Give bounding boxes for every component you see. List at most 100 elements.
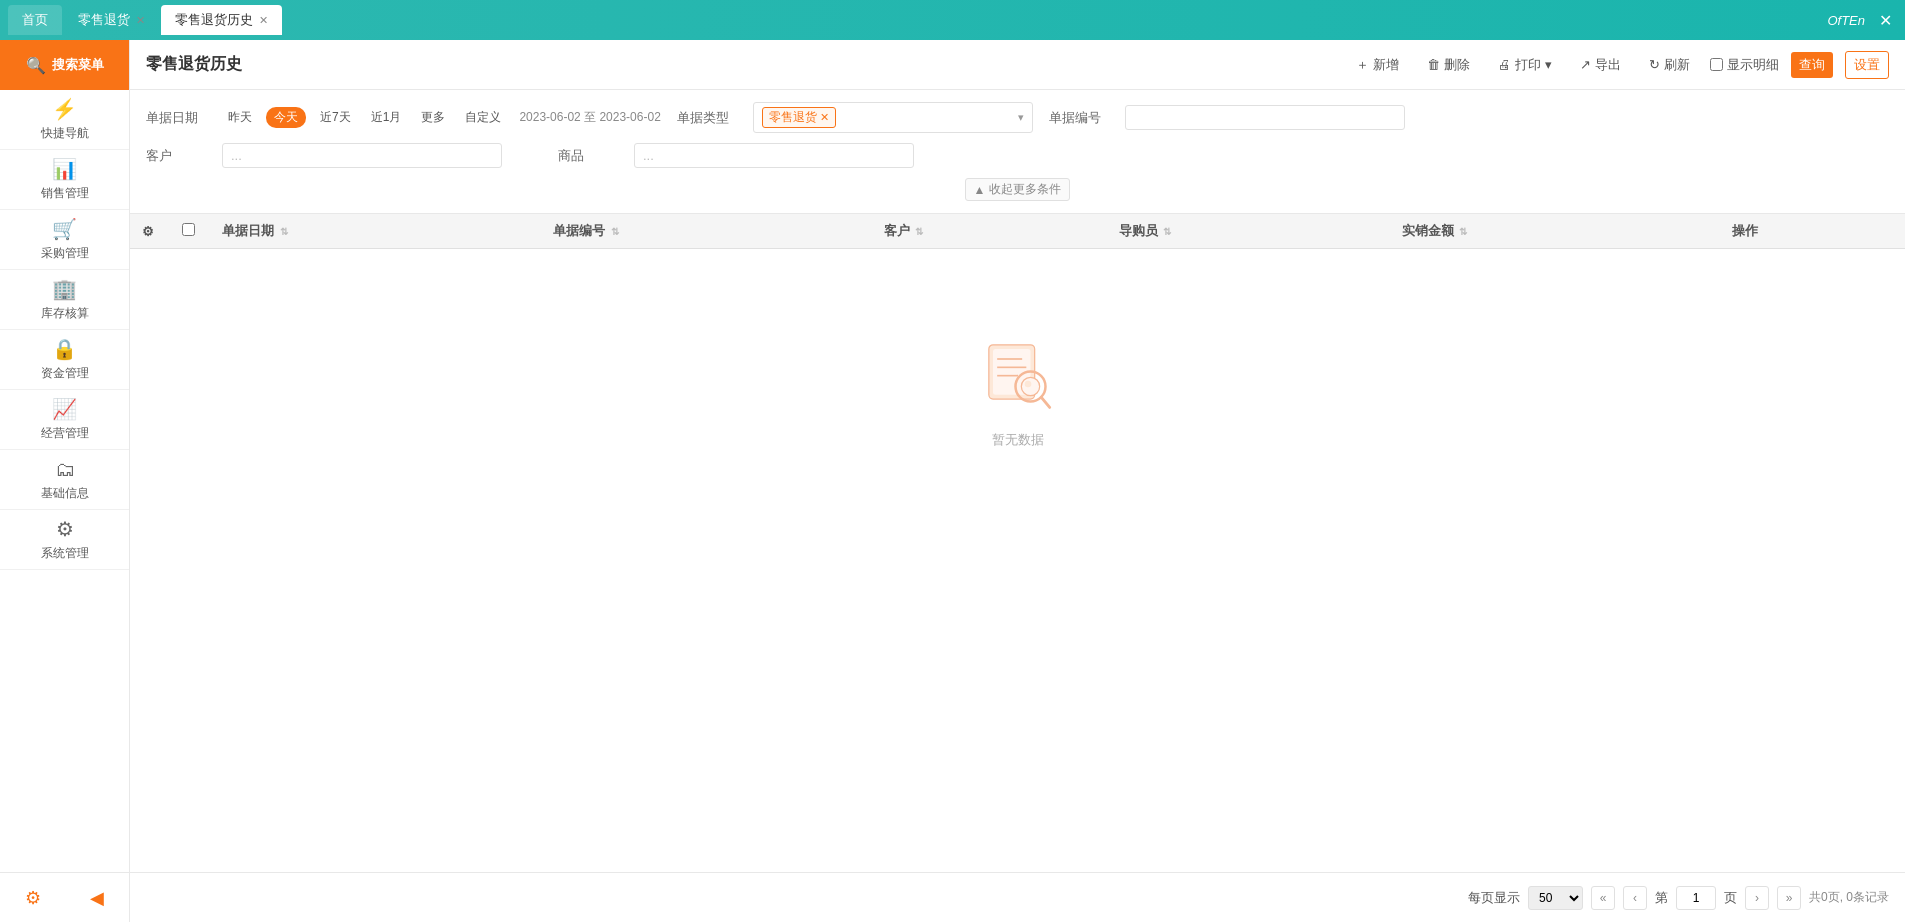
per-page-select[interactable]: 10 20 50 100 <box>1528 886 1583 910</box>
no-sort-icon[interactable]: ⇅ <box>611 226 619 237</box>
th-no: 单据编号 ⇅ <box>541 214 872 249</box>
th-no-label: 单据编号 <box>553 223 605 238</box>
sidebar-item-finance[interactable]: 🔒 资金管理 <box>0 330 129 390</box>
voucher-type-tag-close[interactable]: ✕ <box>820 111 829 124</box>
inventory-icon: 🏢 <box>52 277 77 301</box>
goods-select[interactable]: ... <box>634 143 914 168</box>
date-btn-more[interactable]: 更多 <box>415 107 451 128</box>
date-btn-1month[interactable]: 近1月 <box>365 107 408 128</box>
voucher-type-select[interactable]: 零售退货 ✕ ▾ <box>753 102 1033 133</box>
system-label: 系统管理 <box>41 545 89 562</box>
goods-placeholder: ... <box>643 148 654 163</box>
customer-sort-icon[interactable]: ⇅ <box>915 226 923 237</box>
last-page-icon: » <box>1786 891 1793 905</box>
prev-page-button[interactable]: ‹ <box>1623 886 1647 910</box>
sidebar-item-system[interactable]: ⚙ 系统管理 <box>0 510 129 570</box>
first-page-button[interactable]: « <box>1591 886 1615 910</box>
tab-home-label: 首页 <box>22 11 48 29</box>
customer-select[interactable]: ... <box>222 143 502 168</box>
content-area: 零售退货历史 ＋ 新增 🗑 删除 🖨 打印 ▾ ↗ 导出 <box>130 40 1905 922</box>
sidebar-search[interactable]: 🔍 搜索菜单 <box>0 40 129 90</box>
quick-nav-icon: ⚡ <box>52 97 77 121</box>
sidebar-bottom: ⚙ ◀ <box>0 872 129 922</box>
th-guide-label: 导购员 <box>1119 223 1158 238</box>
tab-retail-return-history-label: 零售退货历史 <box>175 11 253 29</box>
goods-label: 商品 <box>558 147 618 165</box>
th-amount-label: 实销金额 <box>1402 223 1454 238</box>
sidebar-item-quick-nav[interactable]: ⚡ 快捷导航 <box>0 90 129 150</box>
date-sort-icon[interactable]: ⇅ <box>280 226 288 237</box>
th-amount: 实销金额 ⇅ <box>1390 214 1721 249</box>
tab-home[interactable]: 首页 <box>8 5 62 35</box>
often-label: OfTEn <box>1827 13 1865 28</box>
page-label: 第 <box>1655 889 1668 907</box>
sidebar-item-basics[interactable]: 🗂 基础信息 <box>0 450 129 510</box>
sidebar-item-purchase[interactable]: 🛒 采购管理 <box>0 210 129 270</box>
page-number-input[interactable] <box>1676 886 1716 910</box>
first-page-icon: « <box>1600 891 1607 905</box>
tab-retail-return[interactable]: 零售退货 ✕ <box>64 5 159 35</box>
header-actions: ＋ 新增 🗑 删除 🖨 打印 ▾ ↗ 导出 ↻ 刷新 <box>1348 51 1889 79</box>
purchase-icon: 🛒 <box>52 217 77 241</box>
settings-icon[interactable]: ⚙ <box>142 224 154 239</box>
tab-retail-return-close[interactable]: ✕ <box>136 14 145 27</box>
export-button[interactable]: ↗ 导出 <box>1572 52 1629 78</box>
sidebar-item-inventory[interactable]: 🏢 库存核算 <box>0 270 129 330</box>
empty-icon <box>968 329 1068 419</box>
guide-sort-icon[interactable]: ⇅ <box>1163 226 1171 237</box>
pagination-bar: 每页显示 10 20 50 100 « ‹ 第 页 › » 共0页, 0条记录 <box>130 872 1905 922</box>
collapse-icon: ▲ <box>974 183 986 197</box>
print-dropdown-icon: ▾ <box>1545 57 1552 72</box>
table-area: ⚙ 单据日期 ⇅ 单据编号 ⇅ <box>130 214 1905 872</box>
collapse-sidebar-icon[interactable]: ◀ <box>90 887 104 909</box>
delete-icon: 🗑 <box>1427 57 1440 72</box>
setting-label: 设置 <box>1854 56 1880 74</box>
print-button[interactable]: 🖨 打印 ▾ <box>1490 52 1560 78</box>
sidebar-item-sales[interactable]: 📊 销售管理 <box>0 150 129 210</box>
sidebar-item-operations[interactable]: 📈 经营管理 <box>0 390 129 450</box>
voucher-type-tag-text: 零售退货 <box>769 109 817 126</box>
setting-button[interactable]: 设置 <box>1845 51 1889 79</box>
collapse-filter-button[interactable]: ▲ 收起更多条件 <box>965 178 1071 201</box>
page-header: 零售退货历史 ＋ 新增 🗑 删除 🖨 打印 ▾ ↗ 导出 <box>130 40 1905 90</box>
tab-bar: 首页 零售退货 ✕ 零售退货历史 ✕ <box>8 5 1827 35</box>
basics-label: 基础信息 <box>41 485 89 502</box>
th-settings: ⚙ <box>130 214 170 249</box>
date-filters: 昨天 今天 近7天 近1月 更多 自定义 2023-06-02 至 2023-0… <box>222 107 661 128</box>
delete-button[interactable]: 🗑 删除 <box>1419 52 1478 78</box>
last-page-button[interactable]: » <box>1777 886 1801 910</box>
date-btn-custom[interactable]: 自定义 <box>459 107 507 128</box>
export-label: 导出 <box>1595 56 1621 74</box>
close-window-button[interactable]: ✕ <box>1873 8 1897 32</box>
show-detail-label: 显示明细 <box>1727 56 1779 74</box>
sales-icon: 📊 <box>52 157 77 181</box>
select-all-checkbox[interactable] <box>182 223 195 236</box>
date-btn-yesterday[interactable]: 昨天 <box>222 107 258 128</box>
customer-placeholder: ... <box>231 148 242 163</box>
show-detail-input[interactable] <box>1710 58 1723 71</box>
amount-sort-icon[interactable]: ⇅ <box>1459 226 1467 237</box>
date-btn-today[interactable]: 今天 <box>266 107 306 128</box>
date-range-display: 2023-06-02 至 2023-06-02 <box>519 109 660 126</box>
prev-page-icon: ‹ <box>1633 891 1637 905</box>
th-guide: 导购员 ⇅ <box>1107 214 1390 249</box>
refresh-button[interactable]: ↻ 刷新 <box>1641 52 1698 78</box>
next-page-button[interactable]: › <box>1745 886 1769 910</box>
voucher-no-input[interactable] <box>1125 105 1405 130</box>
settings-bottom-icon[interactable]: ⚙ <box>25 887 41 909</box>
date-filter-label: 单据日期 <box>146 109 206 127</box>
tab-retail-return-history[interactable]: 零售退货历史 ✕ <box>161 5 282 35</box>
th-customer: 客户 ⇅ <box>872 214 1107 249</box>
basics-icon: 🗂 <box>55 458 75 481</box>
customer-label: 客户 <box>146 147 206 165</box>
voucher-type-tag: 零售退货 ✕ <box>762 107 836 128</box>
next-page-icon: › <box>1755 891 1759 905</box>
top-bar-right: OfTEn ✕ <box>1827 8 1897 32</box>
show-detail-checkbox[interactable]: 显示明细 <box>1710 56 1779 74</box>
tab-retail-return-history-close[interactable]: ✕ <box>259 14 268 27</box>
new-button[interactable]: ＋ 新增 <box>1348 52 1407 78</box>
query-button[interactable]: 查询 <box>1791 52 1833 78</box>
th-checkbox <box>170 214 210 249</box>
th-actions-label: 操作 <box>1732 223 1758 238</box>
date-btn-7days[interactable]: 近7天 <box>314 107 357 128</box>
